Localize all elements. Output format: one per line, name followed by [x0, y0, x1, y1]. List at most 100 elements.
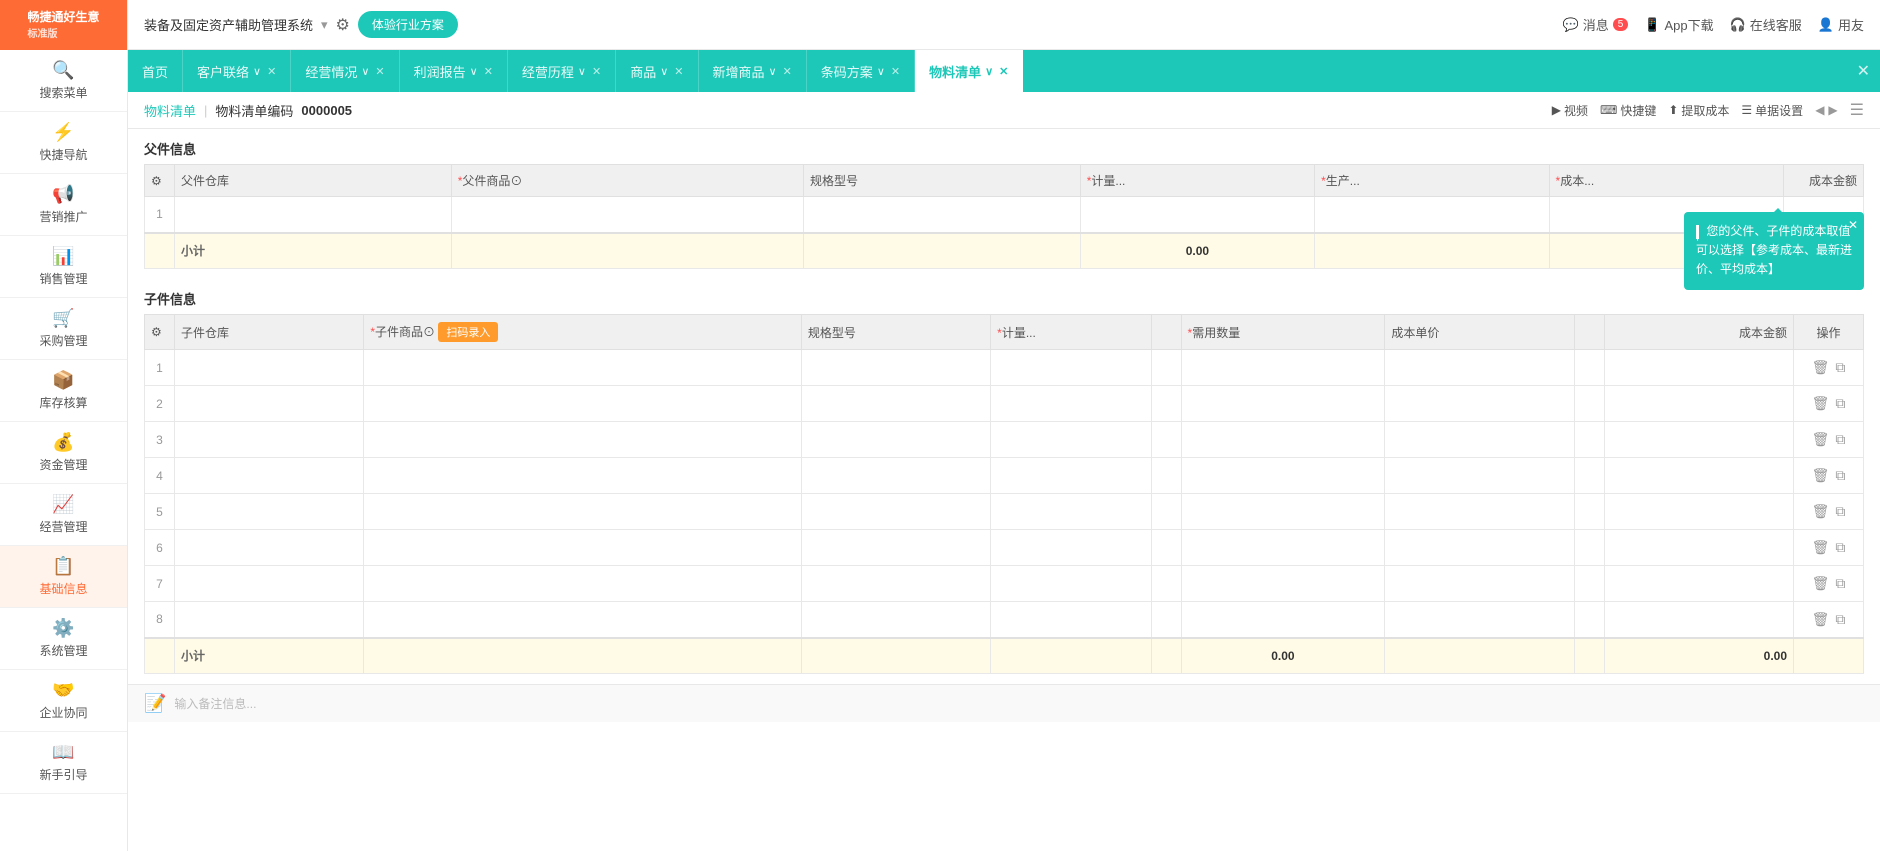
- user-item[interactable]: 👤 用友: [1818, 15, 1864, 34]
- child-cell-unit-cost-8[interactable]: [1385, 602, 1574, 638]
- sidebar-item-11[interactable]: 📖新手引导: [0, 732, 127, 794]
- sidebar-item-3[interactable]: 📊销售管理: [0, 236, 127, 298]
- child-cell-warehouse-2[interactable]: [175, 386, 364, 422]
- copy-icon-8[interactable]: ⧉: [1835, 611, 1845, 628]
- copy-icon-6[interactable]: ⧉: [1835, 539, 1845, 556]
- system-dropdown-icon[interactable]: ▾: [321, 17, 328, 33]
- child-cell-unit-3[interactable]: [991, 422, 1151, 458]
- copy-icon-5[interactable]: ⧉: [1835, 503, 1845, 520]
- tab-operations-close[interactable]: ✕: [375, 65, 384, 78]
- tooltip-close-btn[interactable]: ✕: [1848, 216, 1858, 235]
- app-download-item[interactable]: 📱 App下载: [1644, 15, 1713, 34]
- tab-customer-close[interactable]: ✕: [267, 65, 276, 78]
- child-cell-unit-8[interactable]: [991, 602, 1151, 638]
- child-cell-spec-7[interactable]: [801, 566, 990, 602]
- child-cell-qty-2[interactable]: [1181, 386, 1385, 422]
- delete-icon-2[interactable]: 🗑: [1812, 395, 1830, 412]
- next-arrow-icon[interactable]: ▶: [1828, 103, 1837, 117]
- extract-cost-btn[interactable]: ⬆ 提取成本: [1668, 102, 1729, 119]
- breadcrumb-bom[interactable]: 物料清单: [144, 101, 196, 120]
- parent-cell-warehouse[interactable]: [175, 197, 452, 233]
- scan-input-btn[interactable]: 扫码录入: [438, 322, 498, 342]
- parent-cell-goods[interactable]: [451, 197, 803, 233]
- child-cell-goods-5[interactable]: [364, 494, 802, 530]
- settings-gear-icon[interactable]: ⚙: [336, 15, 350, 35]
- child-cell-unit-cost-2[interactable]: [1385, 386, 1574, 422]
- delete-icon-6[interactable]: 🗑: [1812, 539, 1830, 556]
- child-cell-warehouse-8[interactable]: [175, 602, 364, 638]
- close-all-tabs-icon[interactable]: ✕: [1847, 61, 1880, 81]
- child-cell-unit-7[interactable]: [991, 566, 1151, 602]
- sidebar-item-8[interactable]: 📋基础信息: [0, 546, 127, 608]
- child-cell-spec-8[interactable]: [801, 602, 990, 638]
- table-view-icon[interactable]: ☰: [1850, 100, 1864, 120]
- sidebar-item-6[interactable]: 💰资金管理: [0, 422, 127, 484]
- parent-cell-unit[interactable]: [1080, 197, 1314, 233]
- message-item[interactable]: 💬 消息 5: [1563, 15, 1629, 34]
- delete-icon-8[interactable]: 🗑: [1812, 611, 1830, 628]
- child-cell-warehouse-5[interactable]: [175, 494, 364, 530]
- child-cell-qty-8[interactable]: [1181, 602, 1385, 638]
- tab-customer[interactable]: 客户联络 ∨ ✕: [183, 50, 291, 92]
- child-cell-qty-6[interactable]: [1181, 530, 1385, 566]
- delete-icon-1[interactable]: 🗑: [1812, 359, 1830, 376]
- child-cell-unit-2[interactable]: [991, 386, 1151, 422]
- tab-operations[interactable]: 经营情况 ∨ ✕: [291, 50, 399, 92]
- child-cell-qty-5[interactable]: [1181, 494, 1385, 530]
- child-cell-unit-5[interactable]: [991, 494, 1151, 530]
- child-cell-unit-4[interactable]: [991, 458, 1151, 494]
- child-cell-unit-cost-7[interactable]: [1385, 566, 1574, 602]
- tab-goods-close[interactable]: ✕: [674, 65, 683, 78]
- prev-arrow-icon[interactable]: ◀: [1815, 103, 1824, 117]
- sidebar-item-9[interactable]: ⚙️系统管理: [0, 608, 127, 670]
- child-cell-goods-2[interactable]: [364, 386, 802, 422]
- tab-bom-close[interactable]: ✕: [999, 65, 1008, 78]
- child-cell-spec-5[interactable]: [801, 494, 990, 530]
- tab-history[interactable]: 经营历程 ∨ ✕: [508, 50, 616, 92]
- child-cell-unit-1[interactable]: [991, 350, 1151, 386]
- delete-icon-3[interactable]: 🗑: [1812, 431, 1830, 448]
- tab-goods[interactable]: 商品 ∨ ✕: [616, 50, 698, 92]
- copy-icon-1[interactable]: ⧉: [1835, 359, 1845, 376]
- child-cell-warehouse-6[interactable]: [175, 530, 364, 566]
- tab-bom[interactable]: 物料清单 ∨ ✕: [915, 50, 1023, 92]
- single-setting-btn[interactable]: ☰ 单据设置: [1741, 102, 1803, 119]
- child-cell-goods-8[interactable]: [364, 602, 802, 638]
- tab-new-goods-close[interactable]: ✕: [783, 65, 792, 78]
- child-cell-spec-2[interactable]: [801, 386, 990, 422]
- online-service-item[interactable]: 🎧 在线客服: [1730, 15, 1802, 34]
- child-cell-qty-4[interactable]: [1181, 458, 1385, 494]
- tab-barcode[interactable]: 条码方案 ∨ ✕: [807, 50, 915, 92]
- child-cell-unit-6[interactable]: [991, 530, 1151, 566]
- child-cell-goods-6[interactable]: [364, 530, 802, 566]
- child-cell-qty-3[interactable]: [1181, 422, 1385, 458]
- child-cell-warehouse-1[interactable]: [175, 350, 364, 386]
- child-cell-unit-cost-3[interactable]: [1385, 422, 1574, 458]
- copy-icon-2[interactable]: ⧉: [1835, 395, 1845, 412]
- child-cell-qty-1[interactable]: [1181, 350, 1385, 386]
- child-cell-warehouse-3[interactable]: [175, 422, 364, 458]
- shortcut-btn[interactable]: ⌨ 快捷键: [1600, 102, 1656, 119]
- child-cell-unit-cost-1[interactable]: [1385, 350, 1574, 386]
- sidebar-item-2[interactable]: 📢营销推广: [0, 174, 127, 236]
- sidebar-item-7[interactable]: 📈经营管理: [0, 484, 127, 546]
- child-cell-warehouse-4[interactable]: [175, 458, 364, 494]
- child-cell-goods-1[interactable]: [364, 350, 802, 386]
- child-cell-unit-cost-6[interactable]: [1385, 530, 1574, 566]
- child-cell-spec-4[interactable]: [801, 458, 990, 494]
- try-industry-button[interactable]: 体验行业方案: [358, 11, 458, 38]
- copy-icon-4[interactable]: ⧉: [1835, 467, 1845, 484]
- tab-profit[interactable]: 利润报告 ∨ ✕: [400, 50, 508, 92]
- child-cell-unit-cost-4[interactable]: [1385, 458, 1574, 494]
- child-cell-spec-3[interactable]: [801, 422, 990, 458]
- copy-icon-7[interactable]: ⧉: [1835, 575, 1845, 592]
- child-cell-goods-4[interactable]: [364, 458, 802, 494]
- sidebar-item-1[interactable]: ⚡快捷导航: [0, 112, 127, 174]
- child-cell-spec-6[interactable]: [801, 530, 990, 566]
- delete-icon-5[interactable]: 🗑: [1812, 503, 1830, 520]
- view-video-btn[interactable]: ▶ 视频: [1552, 102, 1588, 119]
- parent-cell-spec[interactable]: [804, 197, 1081, 233]
- tab-new-goods[interactable]: 新增商品 ∨ ✕: [699, 50, 807, 92]
- copy-icon-3[interactable]: ⧉: [1835, 431, 1845, 448]
- delete-icon-7[interactable]: 🗑: [1812, 575, 1830, 592]
